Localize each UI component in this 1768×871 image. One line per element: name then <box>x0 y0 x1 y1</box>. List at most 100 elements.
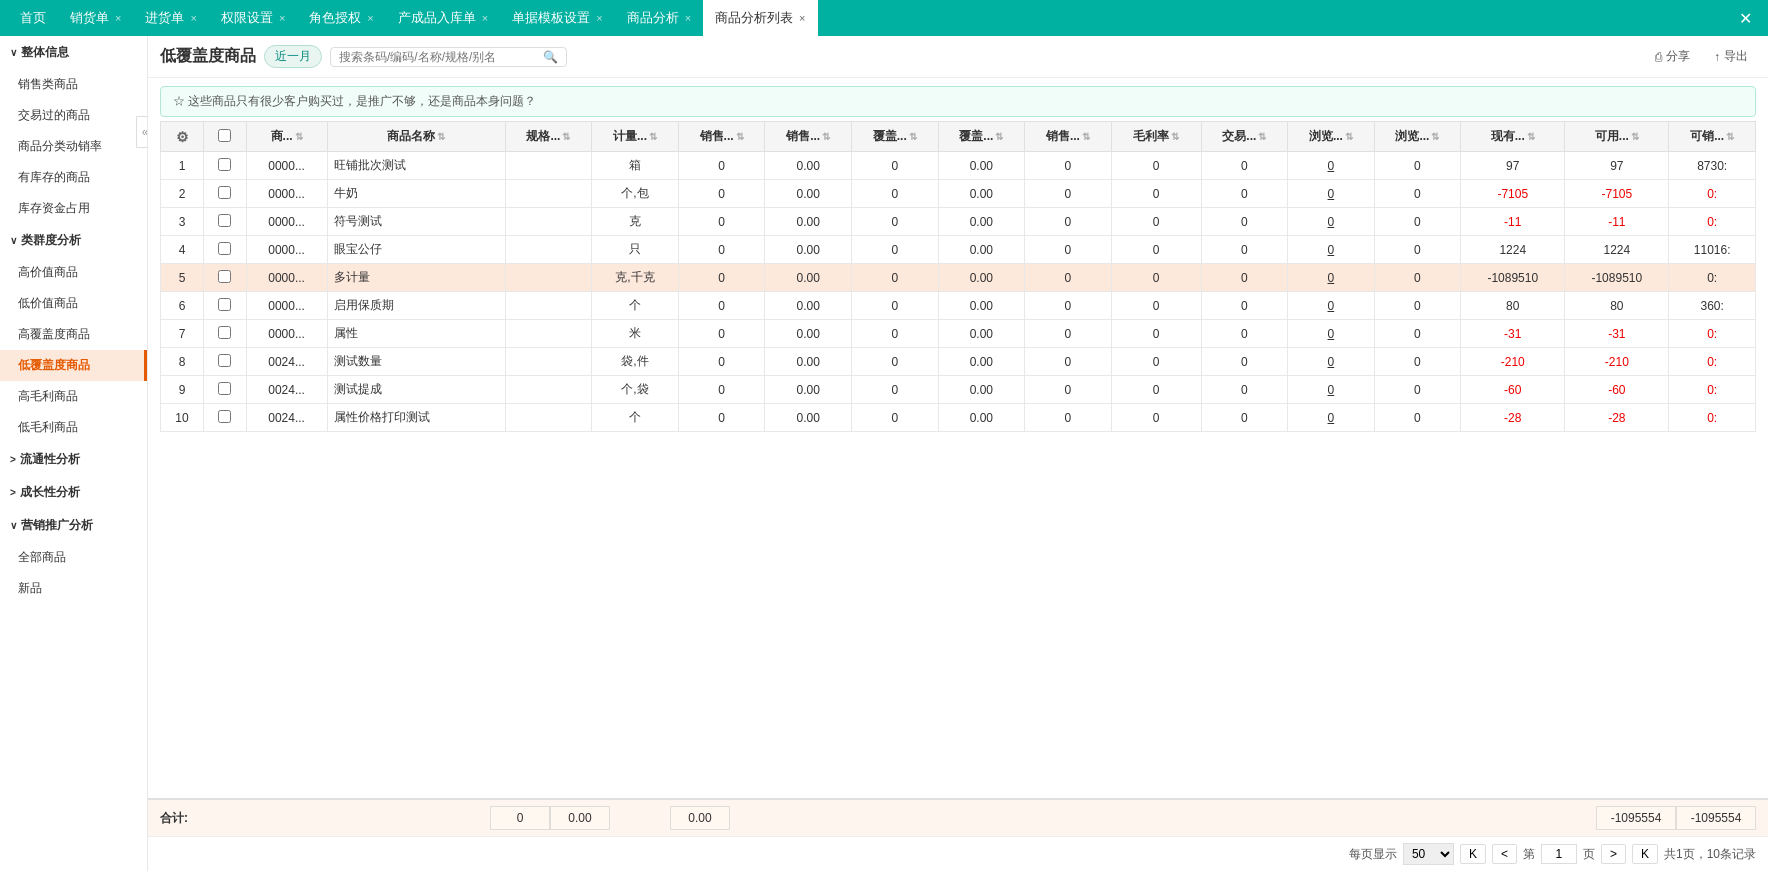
nav-permission-settings[interactable]: 权限设置 × <box>209 0 297 36</box>
sidebar-section-growth[interactable]: > 成长性分析 <box>0 476 147 509</box>
sidebar-item-high-value[interactable]: 高价值商品 <box>0 257 147 288</box>
close-icon[interactable]: × <box>279 12 285 24</box>
sidebar-section-marketing[interactable]: ∨ 营销推广分析 <box>0 509 147 542</box>
page-number-input[interactable] <box>1541 844 1577 864</box>
row-checkbox[interactable] <box>204 404 246 432</box>
row-browse1[interactable]: 0 <box>1288 152 1375 180</box>
column-browse1[interactable]: 浏览...⇅ <box>1288 122 1375 152</box>
row-name[interactable]: 多计量 <box>327 264 505 292</box>
search-input[interactable] <box>339 50 539 64</box>
nav-sales-order[interactable]: 销货单 × <box>58 0 133 36</box>
export-button[interactable]: ↑ 导出 <box>1706 44 1756 69</box>
column-current-stock[interactable]: 现有...⇅ <box>1461 122 1565 152</box>
sidebar-section-flow[interactable]: > 流通性分析 <box>0 443 147 476</box>
row-select-checkbox[interactable] <box>218 158 231 171</box>
close-icon[interactable]: × <box>799 12 805 24</box>
row-select-checkbox[interactable] <box>218 242 231 255</box>
row-select-checkbox[interactable] <box>218 270 231 283</box>
sidebar-item-inventory-capital[interactable]: 库存资金占用 <box>0 193 147 224</box>
close-icon[interactable]: × <box>685 12 691 24</box>
row-checkbox[interactable] <box>204 152 246 180</box>
sidebar-section-cluster[interactable]: ∨ 类群度分析 <box>0 224 147 257</box>
column-cover1[interactable]: 覆盖...⇅ <box>851 122 938 152</box>
row-browse1[interactable]: 0 <box>1288 264 1375 292</box>
close-icon[interactable]: × <box>482 12 488 24</box>
row-checkbox[interactable] <box>204 292 246 320</box>
row-browse1[interactable]: 0 <box>1288 404 1375 432</box>
nav-purchase-order[interactable]: 进货单 × <box>133 0 208 36</box>
close-icon[interactable]: × <box>596 12 602 24</box>
window-close-button[interactable]: ✕ <box>1731 9 1760 28</box>
last-page-button[interactable]: K <box>1632 844 1658 864</box>
row-browse1[interactable]: 0 <box>1288 320 1375 348</box>
row-checkbox[interactable] <box>204 180 246 208</box>
sidebar-item-sales-products[interactable]: 销售类商品 <box>0 69 147 100</box>
row-browse1[interactable]: 0 <box>1288 292 1375 320</box>
column-checkbox[interactable] <box>204 122 246 152</box>
row-name[interactable]: 旺铺批次测试 <box>327 152 505 180</box>
sidebar-item-stocked-products[interactable]: 有库存的商品 <box>0 162 147 193</box>
row-name[interactable]: 属性 <box>327 320 505 348</box>
column-available-stock[interactable]: 可用...⇅ <box>1565 122 1669 152</box>
column-margin[interactable]: 毛利率⇅ <box>1111 122 1201 152</box>
column-gear[interactable]: ⚙ <box>161 122 204 152</box>
sidebar-item-high-coverage[interactable]: 高覆盖度商品 <box>0 319 147 350</box>
close-icon[interactable]: × <box>115 12 121 24</box>
column-code[interactable]: 商...⇅ <box>246 122 327 152</box>
row-select-checkbox[interactable] <box>218 326 231 339</box>
column-unit[interactable]: 计量...⇅ <box>592 122 679 152</box>
column-name[interactable]: 商品名称⇅ <box>327 122 505 152</box>
row-browse1[interactable]: 0 <box>1288 236 1375 264</box>
prev-page-button[interactable]: < <box>1492 844 1517 864</box>
column-saleable[interactable]: 可销...⇅ <box>1669 122 1756 152</box>
column-cover2[interactable]: 覆盖...⇅ <box>938 122 1025 152</box>
column-sales3[interactable]: 销售...⇅ <box>1025 122 1112 152</box>
row-select-checkbox[interactable] <box>218 410 231 423</box>
share-button[interactable]: ⎙ 分享 <box>1647 44 1698 69</box>
row-browse1[interactable]: 0 <box>1288 348 1375 376</box>
column-spec[interactable]: 规格...⇅ <box>505 122 592 152</box>
close-icon[interactable]: × <box>190 12 196 24</box>
sidebar-item-low-coverage[interactable]: 低覆盖度商品 <box>0 350 147 381</box>
row-name[interactable]: 符号测试 <box>327 208 505 236</box>
sidebar-item-low-value[interactable]: 低价值商品 <box>0 288 147 319</box>
column-trade[interactable]: 交易...⇅ <box>1201 122 1288 152</box>
column-sales-amt[interactable]: 销售...⇅ <box>765 122 852 152</box>
row-checkbox[interactable] <box>204 320 246 348</box>
row-select-checkbox[interactable] <box>218 354 231 367</box>
row-checkbox[interactable] <box>204 208 246 236</box>
nav-product-analysis[interactable]: 商品分析 × <box>615 0 703 36</box>
row-checkbox[interactable] <box>204 264 246 292</box>
nav-role-auth[interactable]: 角色授权 × <box>297 0 385 36</box>
nav-template-settings[interactable]: 单据模板设置 × <box>500 0 614 36</box>
row-browse1[interactable]: 0 <box>1288 376 1375 404</box>
row-browse1[interactable]: 0 <box>1288 208 1375 236</box>
close-icon[interactable]: × <box>367 12 373 24</box>
search-icon[interactable]: 🔍 <box>543 50 558 64</box>
row-name[interactable]: 牛奶 <box>327 180 505 208</box>
row-checkbox[interactable] <box>204 236 246 264</box>
first-page-button[interactable]: K <box>1460 844 1486 864</box>
sidebar-item-category-turnover[interactable]: 商品分类动销率 <box>0 131 147 162</box>
sidebar-section-overall[interactable]: ∨ 整体信息 <box>0 36 147 69</box>
sidebar-item-low-margin[interactable]: 低毛利商品 <box>0 412 147 443</box>
sidebar-collapse-button[interactable]: « <box>136 116 148 148</box>
filter-period-button[interactable]: 近一月 <box>264 45 322 68</box>
row-select-checkbox[interactable] <box>218 214 231 227</box>
row-name[interactable]: 测试数量 <box>327 348 505 376</box>
column-sales-qty[interactable]: 销售...⇅ <box>678 122 765 152</box>
sidebar-item-traded-products[interactable]: 交易过的商品 <box>0 100 147 131</box>
row-name[interactable]: 测试提成 <box>327 376 505 404</box>
row-name[interactable]: 属性价格打印测试 <box>327 404 505 432</box>
sidebar-item-all-products[interactable]: 全部商品 <box>0 542 147 573</box>
row-browse1[interactable]: 0 <box>1288 180 1375 208</box>
select-all-checkbox[interactable] <box>218 129 231 142</box>
row-name[interactable]: 眼宝公仔 <box>327 236 505 264</box>
row-checkbox[interactable] <box>204 348 246 376</box>
next-page-button[interactable]: > <box>1601 844 1626 864</box>
row-checkbox[interactable] <box>204 376 246 404</box>
row-select-checkbox[interactable] <box>218 382 231 395</box>
sidebar-item-new-products[interactable]: 新品 <box>0 573 147 604</box>
sidebar-item-high-margin[interactable]: 高毛利商品 <box>0 381 147 412</box>
column-browse2[interactable]: 浏览...⇅ <box>1374 122 1461 152</box>
